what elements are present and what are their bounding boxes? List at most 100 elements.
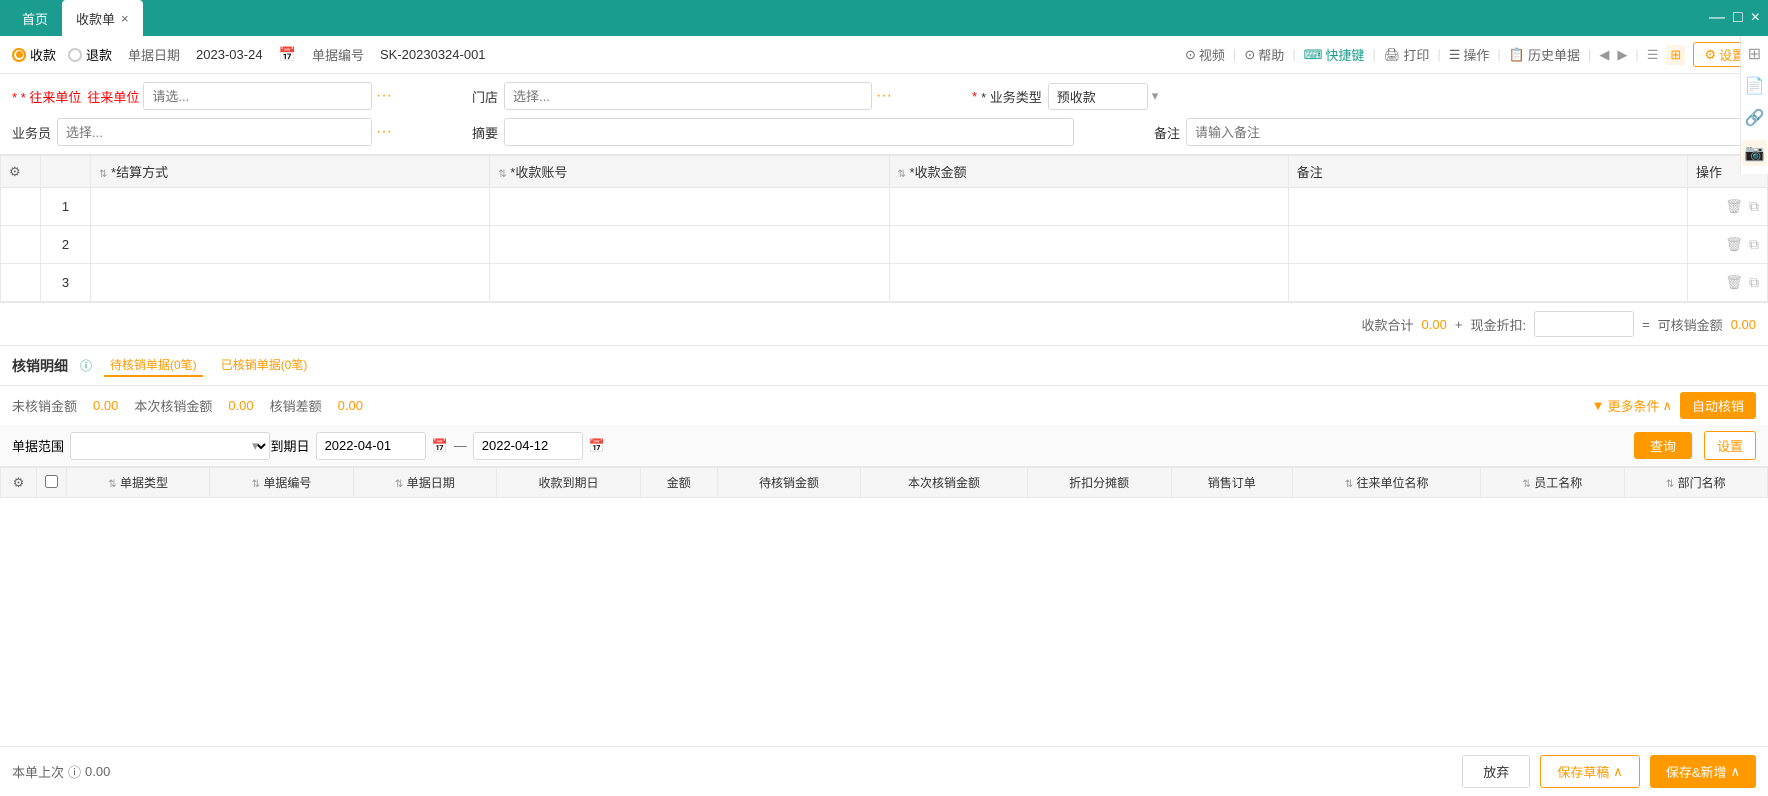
row-2-amount[interactable] bbox=[889, 226, 1288, 264]
row-2-account-input[interactable] bbox=[490, 226, 888, 263]
receipt-radio[interactable]: 收款 bbox=[12, 45, 56, 64]
due-date-to-input[interactable] bbox=[473, 432, 583, 460]
print-btn[interactable]: 🖨 打印 bbox=[1384, 45, 1430, 64]
close-tab-icon[interactable]: × bbox=[121, 11, 129, 26]
discount-input[interactable] bbox=[1534, 311, 1634, 337]
row-2-num: 2 bbox=[41, 226, 91, 264]
row-2-note[interactable] bbox=[1288, 226, 1687, 264]
grid-view-icon[interactable]: ⊞ bbox=[1666, 45, 1685, 65]
note-col-label: 备注 bbox=[1297, 165, 1323, 180]
writeoff-col-num: ⇅ 单据编号 bbox=[210, 468, 353, 498]
row-2-amount-input[interactable] bbox=[890, 226, 1288, 263]
employee-more-icon[interactable]: ··· bbox=[376, 123, 392, 141]
business-type-dropdown-icon[interactable]: ▾ bbox=[1152, 88, 1159, 104]
row-1-settlement[interactable] bbox=[91, 188, 490, 226]
auto-writeoff-btn[interactable]: 自动核销 bbox=[1680, 392, 1756, 419]
video-btn[interactable]: ⊙ 视频 bbox=[1185, 45, 1225, 64]
counterparty-more-icon[interactable]: ··· bbox=[376, 87, 392, 105]
summary-input[interactable] bbox=[504, 118, 1074, 146]
counterparty-input[interactable] bbox=[143, 82, 372, 110]
row-1-account-input[interactable] bbox=[490, 188, 888, 225]
form-row-1: * * 往来单位 往来单位 ··· 门店 ··· * * 业务类型 预收款 ▾ bbox=[12, 82, 1756, 110]
row-1-amount[interactable] bbox=[889, 188, 1288, 226]
row-3-amount[interactable] bbox=[889, 264, 1288, 302]
row-3-amount-input[interactable] bbox=[890, 264, 1288, 301]
row-2-copy-icon[interactable]: ⧉ bbox=[1749, 236, 1759, 253]
store-input[interactable] bbox=[504, 82, 872, 110]
employee-input[interactable] bbox=[57, 118, 372, 146]
row-3-copy-icon[interactable]: ⧉ bbox=[1749, 274, 1759, 291]
row-3-note[interactable] bbox=[1288, 264, 1687, 302]
sidebar-link-icon[interactable]: 🔗 bbox=[1745, 108, 1765, 128]
receipt-table-section: ⚙ ⇅ *结算方式 ⇅ *收款账号 ⇅ *收款金额 bbox=[0, 155, 1768, 303]
row-1-note-input[interactable] bbox=[1289, 188, 1687, 225]
sidebar-screenshot-icon[interactable]: 📷 bbox=[1742, 140, 1768, 166]
query-btn[interactable]: 查询 bbox=[1634, 432, 1692, 459]
table-settings-btn[interactable]: 设置 bbox=[1704, 431, 1756, 460]
writeoff-num-sort-icon: ⇅ bbox=[252, 479, 260, 490]
cal-to-icon[interactable]: 📅 bbox=[589, 438, 605, 454]
toolbar-right: ⊙ 视频 | ⊙ 帮助 | ⌨ 快捷键 | 🖨 打印 | ☰ 操作 bbox=[1185, 42, 1756, 67]
more-conditions-btn[interactable]: ▼ 更多条件 ∧ bbox=[1592, 396, 1672, 415]
row-1-settlement-input[interactable] bbox=[91, 188, 489, 225]
store-more-icon[interactable]: ··· bbox=[876, 87, 892, 105]
writeoff-stats: 未核销金额 0.00 本次核销金额 0.00 核销差额 0.00 ▼ 更多条件 … bbox=[0, 386, 1768, 425]
settlement-sort-icon: ⇅ bbox=[99, 169, 107, 180]
row-3-account-input[interactable] bbox=[490, 264, 888, 301]
nav-receipt[interactable]: 收款单 × bbox=[62, 0, 143, 36]
abandon-button[interactable]: 放弃 bbox=[1462, 755, 1530, 788]
operation-btn[interactable]: ☰ 操作 bbox=[1449, 45, 1490, 64]
window-minimize-icon[interactable]: — bbox=[1709, 9, 1725, 27]
row-1-copy-icon[interactable]: ⧉ bbox=[1749, 198, 1759, 215]
row-1-account[interactable] bbox=[490, 188, 889, 226]
writeoff-select-all[interactable] bbox=[45, 475, 58, 488]
row-3-note-input[interactable] bbox=[1289, 264, 1687, 301]
row-3-delete-icon[interactable]: 🗑 bbox=[1725, 274, 1743, 291]
note-input[interactable] bbox=[1186, 118, 1756, 146]
window-maximize-icon[interactable]: □ bbox=[1733, 9, 1743, 27]
form-row-2: 业务员 ··· 摘要 备注 bbox=[12, 118, 1756, 146]
row-1-delete-icon[interactable]: 🗑 bbox=[1725, 198, 1743, 215]
row-1-num: 1 bbox=[41, 188, 91, 226]
sidebar-table-icon[interactable]: ⊞ bbox=[1748, 44, 1761, 64]
due-date-from-input[interactable] bbox=[316, 432, 426, 460]
prev-icon[interactable]: ◀ bbox=[1599, 47, 1609, 63]
draft-button[interactable]: 保存草稿 ∧ bbox=[1540, 755, 1640, 788]
row-3-account[interactable] bbox=[490, 264, 889, 302]
help-btn[interactable]: ⊙ 帮助 bbox=[1244, 45, 1284, 64]
window-close-icon[interactable]: × bbox=[1751, 9, 1760, 27]
writeoff-info-icon[interactable]: ⓘ bbox=[80, 357, 92, 374]
operation-icon: ☰ bbox=[1449, 47, 1461, 63]
history-btn[interactable]: 📋 历史单据 bbox=[1509, 45, 1580, 64]
table-gear-icon[interactable]: ⚙ bbox=[9, 164, 21, 179]
pending-writeoff-tab[interactable]: 待核销单据(0笔) bbox=[104, 354, 203, 377]
row-2-note-input[interactable] bbox=[1289, 226, 1687, 263]
table-num-col bbox=[41, 156, 91, 188]
writeoff-table-wrap: ⚙ ⇅ 单据类型 ⇅ 单据编号 ⇅ 单据日期 bbox=[0, 467, 1768, 746]
row-2-settlement[interactable] bbox=[91, 226, 490, 264]
refund-radio[interactable]: 退款 bbox=[68, 45, 112, 64]
shortcut-btn[interactable]: ⌨ 快捷键 bbox=[1304, 45, 1365, 64]
gear-icon: ⚙ bbox=[1704, 47, 1716, 63]
row-2-settlement-input[interactable] bbox=[91, 226, 489, 263]
business-type-select[interactable]: 预收款 bbox=[1048, 83, 1148, 110]
sidebar-doc-icon[interactable]: 📄 bbox=[1745, 76, 1765, 96]
row-3-settlement[interactable] bbox=[91, 264, 490, 302]
list-view-icon[interactable]: ☰ bbox=[1647, 47, 1659, 63]
done-writeoff-tab[interactable]: 已核销单据(0笔) bbox=[215, 354, 314, 377]
row-1-note[interactable] bbox=[1288, 188, 1687, 226]
cal-from-icon[interactable]: 📅 bbox=[432, 438, 448, 454]
save-new-button[interactable]: 保存&新增 ∧ bbox=[1650, 755, 1756, 788]
writeoff-table-gear-icon[interactable]: ⚙ bbox=[13, 475, 25, 490]
calendar-icon[interactable]: 📅 bbox=[279, 46, 296, 63]
row-3-settlement-input[interactable] bbox=[91, 264, 489, 301]
row-2-delete-icon[interactable]: 🗑 bbox=[1725, 236, 1743, 253]
next-icon[interactable]: ▶ bbox=[1617, 47, 1627, 63]
range-select[interactable] bbox=[70, 432, 270, 460]
row-2-account[interactable] bbox=[490, 226, 889, 264]
row-1-amount-input[interactable] bbox=[890, 188, 1288, 225]
bottom-info-icon[interactable]: ⓘ bbox=[68, 762, 81, 781]
writeoff-dept-sort-icon: ⇅ bbox=[1666, 479, 1674, 490]
nav-home[interactable]: 首页 bbox=[8, 0, 62, 36]
writeoff-col-type: ⇅ 单据类型 bbox=[67, 468, 210, 498]
